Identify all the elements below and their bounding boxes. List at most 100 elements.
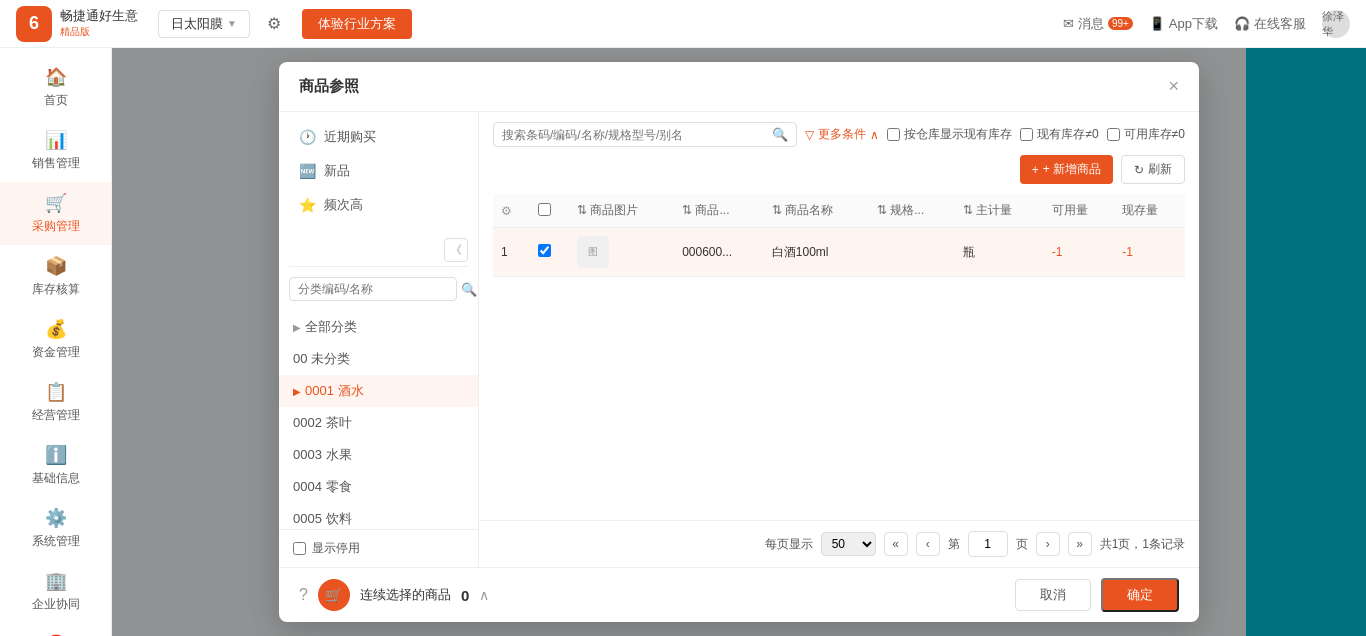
sidebar-item-finance[interactable]: 💰 资金管理 — [0, 308, 111, 371]
select-all-checkbox[interactable] — [538, 203, 551, 216]
col-unit-header[interactable]: ⇅ 主计量 — [955, 194, 1044, 228]
product-search-input[interactable] — [502, 128, 768, 142]
left-panel: 🕐 近期购买 🆕 新品 ⭐ 频次高 — [279, 112, 479, 567]
category-0001[interactable]: ▶ 0001 酒水 — [279, 375, 478, 407]
sidebar-item-label: 采购管理 — [32, 218, 80, 235]
category-all[interactable]: ▶ 全部分类 — [279, 311, 478, 343]
sidebar-item-inventory[interactable]: 📦 库存核算 — [0, 245, 111, 308]
dialog-overlay: 商品参照 × 🕐 近期购买 🆕 — [112, 48, 1366, 636]
category-label: 0005 饮料 — [293, 510, 352, 528]
filter-label: 更多条件 — [818, 126, 866, 143]
checkbox-label: 可用库存≠0 — [1124, 126, 1185, 143]
chevron-right-icon: ▶ — [293, 322, 301, 333]
chevron-down-icon: ▼ — [227, 18, 237, 29]
sidebar-item-operations[interactable]: 📋 经营管理 — [0, 371, 111, 434]
cancel-button[interactable]: 取消 — [1015, 579, 1091, 611]
refresh-button[interactable]: ↻ 刷新 — [1121, 155, 1185, 184]
sidebar-item-sales[interactable]: 📊 销售管理 — [0, 119, 111, 182]
per-page-select[interactable]: 20 50 100 — [821, 532, 876, 556]
category-0003[interactable]: 0003 水果 — [279, 439, 478, 471]
checkbox-available-nonzero[interactable]: 可用库存≠0 — [1107, 126, 1185, 143]
help-icon[interactable]: ? — [299, 586, 308, 604]
cell-spec — [869, 228, 955, 277]
confirm-button[interactable]: 确定 — [1101, 578, 1179, 612]
app-download-button[interactable]: 📱 App下载 — [1149, 15, 1218, 33]
message-icon: ✉ — [1063, 16, 1074, 31]
phone-icon: 📱 — [1149, 16, 1165, 31]
tab-recent-purchase[interactable]: 🕐 近期购买 — [289, 122, 468, 152]
tab-new-products[interactable]: 🆕 新品 — [289, 156, 468, 186]
close-icon[interactable]: × — [1168, 76, 1179, 97]
col-available-header[interactable]: 可用量 — [1044, 194, 1115, 228]
category-00[interactable]: 00 未分类 — [279, 343, 478, 375]
col-code-header[interactable]: ⇅ 商品... — [674, 194, 764, 228]
sidebar-item-basic-info[interactable]: ℹ️ 基础信息 — [0, 434, 111, 497]
tab-high-frequency[interactable]: ⭐ 频次高 — [289, 190, 468, 220]
new-icon: 🆕 — [299, 163, 316, 179]
row-checkbox[interactable] — [538, 244, 551, 257]
warehouse-checkbox[interactable] — [887, 128, 900, 141]
checkbox-warehouse[interactable]: 按仓库显示现有库存 — [887, 126, 1012, 143]
checkbox-stock-nonzero[interactable]: 现有库存≠0 — [1020, 126, 1098, 143]
collapse-button[interactable]: 《 — [444, 238, 468, 262]
search-icon[interactable]: 🔍 — [772, 127, 788, 142]
page-info: 共1页，1条记录 — [1100, 536, 1185, 553]
display-disabled-checkbox[interactable] — [293, 542, 306, 555]
sidebar-item-label: 库存核算 — [32, 281, 80, 298]
stock-nonzero-checkbox[interactable] — [1020, 128, 1033, 141]
checkbox-label: 按仓库显示现有库存 — [904, 126, 1012, 143]
cart-button[interactable]: 🛒 — [318, 579, 350, 611]
settings-icon[interactable]: ⚙ — [501, 204, 512, 218]
col-settings: ⚙ — [493, 194, 530, 228]
sidebar-item-guide[interactable]: 🎯 新手引导 — [0, 623, 111, 636]
next-page-button[interactable]: › — [1036, 532, 1060, 556]
dialog-header: 商品参照 × — [279, 62, 1199, 112]
tab-label: 近期购买 — [324, 128, 376, 146]
dialog-footer: ? 🛒 连续选择的商品 0 ∧ 取消 确定 — [279, 567, 1199, 622]
refresh-icon: ↻ — [1134, 163, 1144, 177]
chevron-up-icon[interactable]: ∧ — [479, 587, 489, 603]
first-page-button[interactable]: « — [884, 532, 908, 556]
sidebar-item-label: 企业协同 — [32, 596, 80, 613]
try-button[interactable]: 体验行业方案 — [302, 9, 412, 39]
category-search-input[interactable] — [289, 277, 457, 301]
available-nonzero-checkbox[interactable] — [1107, 128, 1120, 141]
last-page-button[interactable]: » — [1068, 532, 1092, 556]
category-0002[interactable]: 0002 茶叶 — [279, 407, 478, 439]
gear-icon[interactable]: ⚙ — [258, 8, 290, 40]
sidebar-item-purchase[interactable]: 🛒 采购管理 — [0, 182, 111, 245]
category-0004[interactable]: 0004 零食 — [279, 471, 478, 503]
cell-code: 000600... — [674, 228, 764, 277]
sort-icon: ⇅ — [877, 203, 887, 217]
prev-page-button[interactable]: ‹ — [916, 532, 940, 556]
category-label: 全部分类 — [305, 318, 357, 336]
chevron-up-icon: ∧ — [870, 128, 879, 142]
cell-stock: -1 — [1114, 228, 1185, 277]
messages-button[interactable]: ✉ 消息 99+ — [1063, 15, 1133, 33]
col-spec-header[interactable]: ⇅ 规格... — [869, 194, 955, 228]
left-panel-tabs: 🕐 近期购买 🆕 新品 ⭐ 频次高 — [279, 112, 478, 230]
nav-selector[interactable]: 日太阳膜 ▼ — [158, 10, 250, 38]
category-label: 0004 零食 — [293, 478, 352, 496]
basic-info-icon: ℹ️ — [45, 444, 67, 466]
add-product-button[interactable]: + + 新增商品 — [1020, 155, 1113, 184]
avatar[interactable]: 徐泽华 — [1322, 10, 1350, 38]
sidebar-item-system[interactable]: ⚙️ 系统管理 — [0, 497, 111, 560]
filter-button[interactable]: ▽ 更多条件 ∧ — [805, 126, 879, 143]
online-service-button[interactable]: 🎧 在线客服 — [1234, 15, 1306, 33]
category-label: 00 未分类 — [293, 350, 350, 368]
table-row[interactable]: 1 图 000600... 白酒100ml — [493, 228, 1185, 277]
product-search-bar: 🔍 — [493, 122, 797, 147]
col-img-header: ⇅ 商品图片 — [569, 194, 674, 228]
cart-count: 0 — [461, 587, 469, 604]
top-nav: 6 畅捷通好生意 精品版 日太阳膜 ▼ ⚙ 体验行业方案 ✉ 消息 99+ 📱 … — [0, 0, 1366, 48]
sidebar-item-home[interactable]: 🏠 首页 — [0, 56, 111, 119]
page-number-input[interactable] — [968, 531, 1008, 557]
category-0005[interactable]: 0005 饮料 — [279, 503, 478, 529]
search-icon[interactable]: 🔍 — [461, 282, 477, 297]
sidebar-item-enterprise[interactable]: 🏢 企业协同 — [0, 560, 111, 623]
message-label: 消息 — [1078, 15, 1104, 33]
col-stock-header[interactable]: 现存量 — [1114, 194, 1185, 228]
col-name-header[interactable]: ⇅ 商品名称 — [764, 194, 869, 228]
sidebar-item-label: 基础信息 — [32, 470, 80, 487]
